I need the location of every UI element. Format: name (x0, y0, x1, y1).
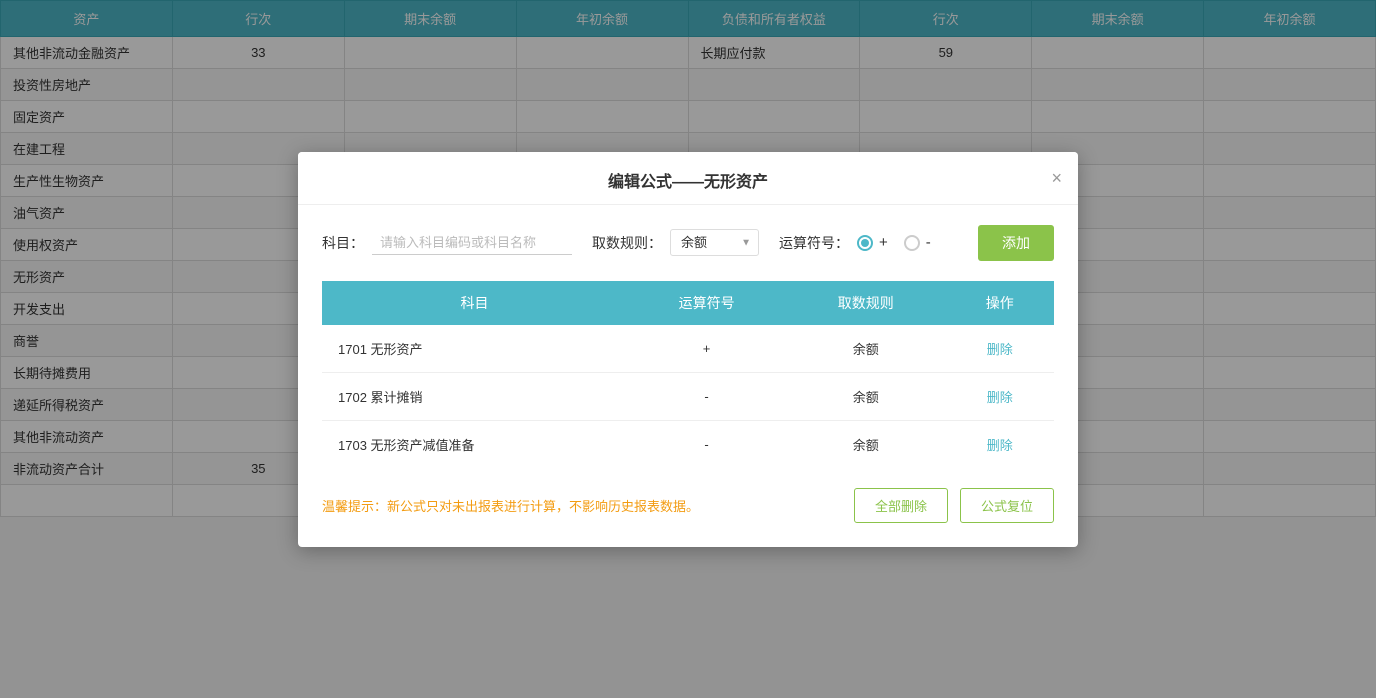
th-operator: 运算符号 (627, 281, 786, 325)
modal-table-row: 1701 无形资产 + 余额 删除 (322, 325, 1054, 373)
delete-link[interactable]: 删除 (987, 390, 1013, 405)
reset-button[interactable]: 公式复位 (960, 488, 1054, 523)
rule-label: 取数规则： (592, 233, 662, 253)
modal-cell-subject: 1702 累计摊销 (322, 372, 627, 420)
add-button[interactable]: 添加 (978, 225, 1054, 261)
th-subject: 科目 (322, 281, 627, 325)
modal-cell-subject: 1703 无形资产减值准备 (322, 420, 627, 468)
th-rule: 取数规则 (786, 281, 945, 325)
subject-group: 科目： (322, 231, 572, 255)
footer-tip: 温馨提示：新公式只对未出报表进行计算，不影响历史报表数据。 (322, 496, 699, 515)
modal-dialog: 编辑公式——无形资产 × 科目： 取数规则： 余额 借方 贷方 借方累计 贷方累… (298, 152, 1078, 547)
radio-group: + - (857, 234, 931, 251)
modal-cell-action[interactable]: 删除 (945, 325, 1054, 373)
subject-label: 科目： (322, 233, 364, 253)
delete-link[interactable]: 删除 (987, 438, 1013, 453)
modal-cell-action[interactable]: 删除 (945, 372, 1054, 420)
modal-table-row: 1703 无形资产减值准备 - 余额 删除 (322, 420, 1054, 468)
form-row: 科目： 取数规则： 余额 借方 贷方 借方累计 贷方累计 ▼ 运算符号 (298, 205, 1078, 281)
modal-cell-rule: 余额 (786, 420, 945, 468)
rule-select[interactable]: 余额 借方 贷方 借方累计 贷方累计 (670, 229, 759, 256)
modal-cell-operator: - (627, 372, 786, 420)
modal-cell-rule: 余额 (786, 325, 945, 373)
rule-group: 取数规则： 余额 借方 贷方 借方累计 贷方累计 ▼ (592, 229, 759, 256)
modal-close-button[interactable]: × (1051, 169, 1062, 187)
modal-title: 编辑公式——无形资产 (608, 168, 768, 192)
modal-table-row: 1702 累计摊销 - 余额 删除 (322, 372, 1054, 420)
radio-plus-label: + (879, 234, 888, 251)
operator-group: 运算符号： + - (779, 233, 931, 253)
radio-minus-label: - (926, 234, 931, 251)
modal-table-wrapper: 科目 运算符号 取数规则 操作 1701 无形资产 + 余额 删除 1702 累… (298, 281, 1078, 468)
delete-all-button[interactable]: 全部删除 (854, 488, 948, 523)
radio-plus[interactable]: + (857, 234, 888, 251)
modal-cell-action[interactable]: 删除 (945, 420, 1054, 468)
modal-cell-operator: + (627, 325, 786, 373)
radio-minus-circle (904, 235, 920, 251)
rule-select-wrapper: 余额 借方 贷方 借方累计 贷方累计 ▼ (670, 229, 759, 256)
modal-table: 科目 运算符号 取数规则 操作 1701 无形资产 + 余额 删除 1702 累… (322, 281, 1054, 468)
radio-plus-circle (857, 235, 873, 251)
th-action: 操作 (945, 281, 1054, 325)
footer-buttons: 全部删除 公式复位 (854, 488, 1054, 523)
modal-footer: 温馨提示：新公式只对未出报表进行计算，不影响历史报表数据。 全部删除 公式复位 (298, 468, 1078, 547)
modal-overlay: 编辑公式——无形资产 × 科目： 取数规则： 余额 借方 贷方 借方累计 贷方累… (0, 0, 1376, 698)
delete-link[interactable]: 删除 (987, 342, 1013, 357)
modal-cell-subject: 1701 无形资产 (322, 325, 627, 373)
operator-label: 运算符号： (779, 233, 849, 253)
radio-minus[interactable]: - (904, 234, 931, 251)
modal-cell-rule: 余额 (786, 372, 945, 420)
modal-header: 编辑公式——无形资产 × (298, 152, 1078, 205)
subject-input[interactable] (372, 231, 572, 255)
modal-cell-operator: - (627, 420, 786, 468)
